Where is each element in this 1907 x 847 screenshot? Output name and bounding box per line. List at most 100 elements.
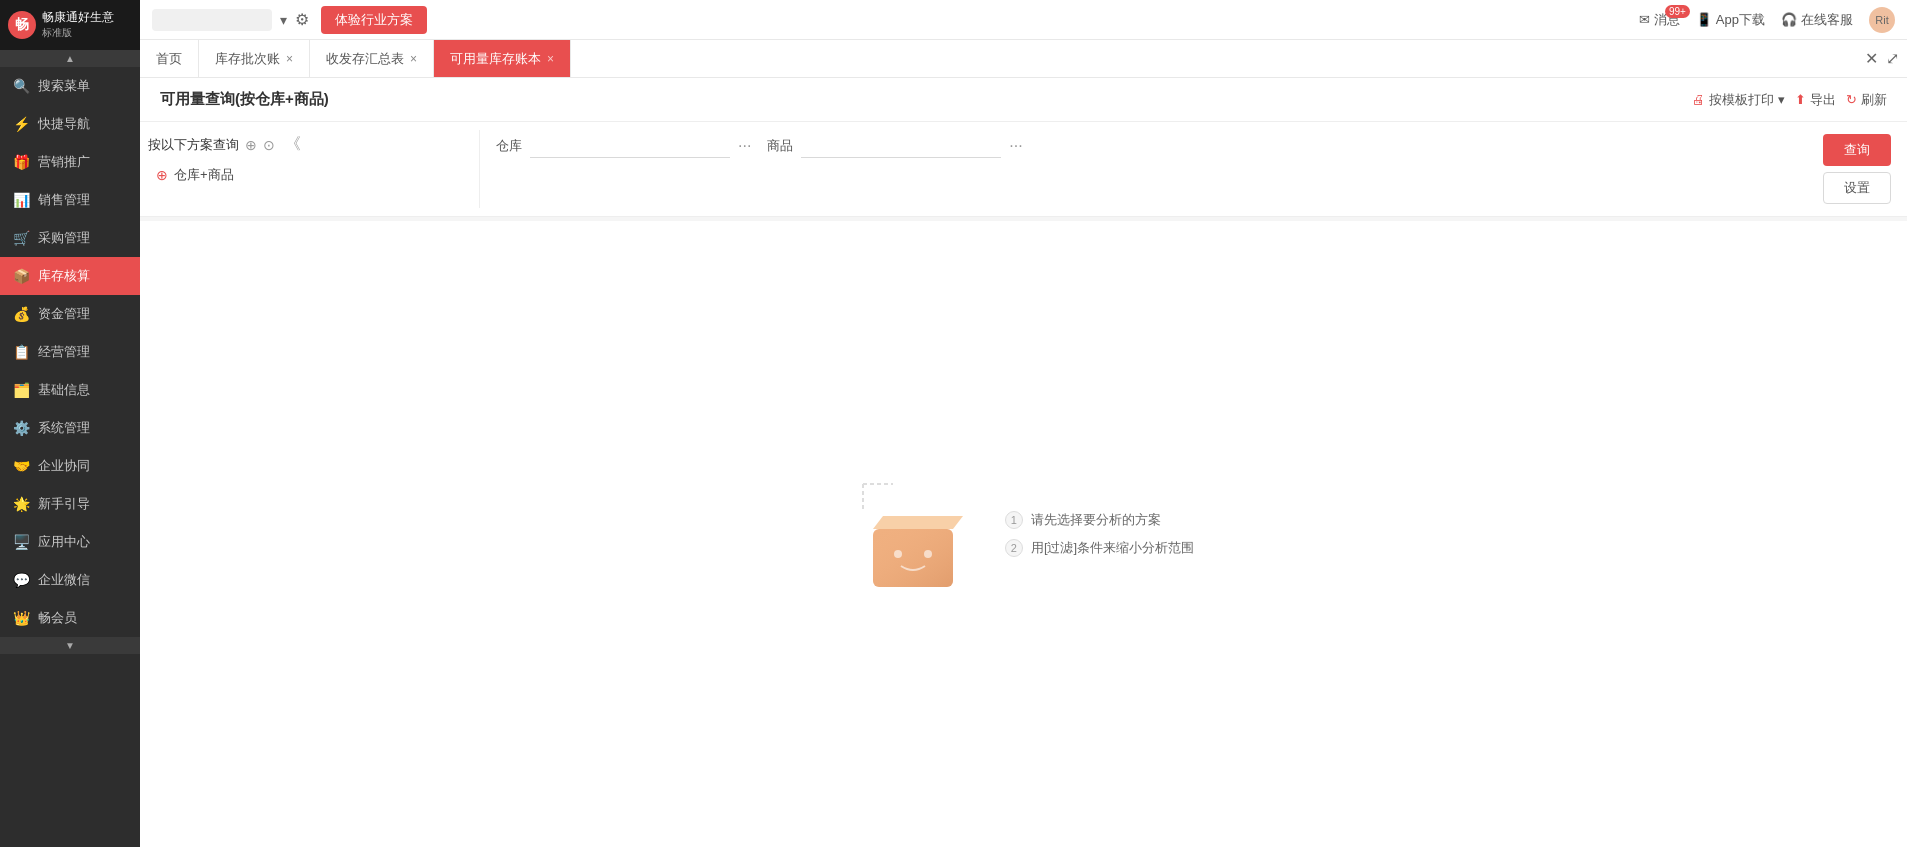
tab-available-label: 可用量库存账本 bbox=[450, 50, 541, 68]
sidebar-item-search[interactable]: 🔍 搜索菜单 bbox=[0, 67, 140, 105]
online-service-btn[interactable]: 🎧 在线客服 bbox=[1781, 11, 1853, 29]
tab-available-stock[interactable]: 可用量库存账本 × bbox=[434, 40, 571, 77]
sidebar-item-label: 基础信息 bbox=[38, 381, 90, 399]
product-filter-input[interactable] bbox=[801, 134, 1001, 158]
user-name: Rit bbox=[1875, 14, 1888, 26]
tabbar-actions: ✕ ⤢ bbox=[1857, 40, 1907, 77]
topbar-dropdown-btn[interactable]: ▾ bbox=[280, 12, 287, 28]
content-area: 可用量查询(按仓库+商品) 🖨 按模板打印 ▾ ⬆ 导出 ↻ 刷新 bbox=[140, 78, 1907, 847]
sidebar-item-label: 采购管理 bbox=[38, 229, 90, 247]
sidebar-item-label: 系统管理 bbox=[38, 419, 90, 437]
marketing-icon: 🎁 bbox=[12, 153, 30, 171]
settings-icon[interactable]: ⚙ bbox=[295, 10, 309, 29]
sidebar-item-basic[interactable]: 🗂️ 基础信息 bbox=[0, 371, 140, 409]
topbar-search-input[interactable] bbox=[152, 9, 272, 31]
filter-row-warehouse: 仓库 ··· 商品 ··· bbox=[496, 134, 1791, 158]
edit-scheme-btn[interactable]: ⊙ bbox=[263, 137, 275, 153]
empty-tip-1: 1 请先选择要分析的方案 bbox=[1005, 511, 1194, 529]
product-filter-more-btn[interactable]: ··· bbox=[1009, 137, 1022, 155]
service-icon: 🎧 bbox=[1781, 12, 1797, 27]
svg-point-5 bbox=[894, 550, 902, 558]
warehouse-filter-input[interactable] bbox=[530, 134, 730, 158]
tab-available-close[interactable]: × bbox=[547, 52, 554, 66]
sidebar-item-label: 营销推广 bbox=[38, 153, 90, 171]
scheme-item-label: 仓库+商品 bbox=[174, 166, 234, 184]
sidebar-item-label: 企业微信 bbox=[38, 571, 90, 589]
sidebar-item-enterprise[interactable]: 🤝 企业协同 bbox=[0, 447, 140, 485]
close-all-tabs-btn[interactable]: ✕ bbox=[1865, 49, 1878, 68]
finance-icon: 💰 bbox=[12, 305, 30, 323]
query-button[interactable]: 查询 bbox=[1823, 134, 1891, 166]
wechat-icon: 💬 bbox=[12, 571, 30, 589]
empty-tips: 1 请先选择要分析的方案 2 用[过滤]条件来缩小分析范围 bbox=[1005, 511, 1194, 557]
trial-industry-button[interactable]: 体验行业方案 bbox=[321, 6, 427, 34]
message-icon: ✉ bbox=[1639, 12, 1650, 27]
tab-batch-label: 库存批次账 bbox=[215, 50, 280, 68]
sidebar-item-label: 销售管理 bbox=[38, 191, 90, 209]
query-scheme-column: 按以下方案查询 ⊕ ⊙ 《 ⊕ 仓库+商品 bbox=[140, 130, 480, 208]
page-header: 可用量查询(按仓库+商品) 🖨 按模板打印 ▾ ⬆ 导出 ↻ 刷新 bbox=[140, 78, 1907, 122]
tab-home-label: 首页 bbox=[156, 50, 182, 68]
app-download-icon: 📱 bbox=[1696, 12, 1712, 27]
search-icon: 🔍 bbox=[12, 77, 30, 95]
tab-batch-close[interactable]: × bbox=[286, 52, 293, 66]
sidebar: 畅 畅康通好生意 标准版 ▲ 🔍 搜索菜单 ⚡ 快捷导航 🎁 营销推广 📊 销售… bbox=[0, 0, 140, 847]
sidebar-item-label: 搜索菜单 bbox=[38, 77, 90, 95]
query-settings-button[interactable]: 设置 bbox=[1823, 172, 1891, 204]
message-btn[interactable]: ✉ 消息 99+ bbox=[1639, 11, 1680, 29]
app-center-icon: 🖥️ bbox=[12, 533, 30, 551]
sidebar-item-member[interactable]: 👑 畅会员 bbox=[0, 599, 140, 637]
warehouse-filter-more-btn[interactable]: ··· bbox=[738, 137, 751, 155]
sidebar-item-shortcut[interactable]: ⚡ 快捷导航 bbox=[0, 105, 140, 143]
add-scheme-btn[interactable]: ⊕ bbox=[245, 137, 257, 153]
export-btn[interactable]: ⬆ 导出 bbox=[1795, 91, 1836, 109]
sidebar-item-app[interactable]: 🖥️ 应用中心 bbox=[0, 523, 140, 561]
sidebar-item-label: 库存核算 bbox=[38, 267, 90, 285]
tab-summary-close[interactable]: × bbox=[410, 52, 417, 66]
sidebar-scroll-up[interactable]: ▲ bbox=[0, 50, 140, 67]
collapse-scheme-btn[interactable]: 《 bbox=[285, 134, 301, 155]
tab-summary-label: 收发存汇总表 bbox=[326, 50, 404, 68]
online-service-label: 在线客服 bbox=[1801, 11, 1853, 29]
sidebar-item-label: 资金管理 bbox=[38, 305, 90, 323]
sidebar-item-wechat[interactable]: 💬 企业微信 bbox=[0, 561, 140, 599]
query-filters-column: 仓库 ··· 商品 ··· bbox=[480, 130, 1807, 208]
page-title: 可用量查询(按仓库+商品) bbox=[160, 90, 329, 109]
sidebar-scroll-down[interactable]: ▼ bbox=[0, 637, 140, 654]
newbie-icon: 🌟 bbox=[12, 495, 30, 513]
filter-product: 商品 ··· bbox=[767, 134, 1022, 158]
sidebar-item-marketing[interactable]: 🎁 营销推广 bbox=[0, 143, 140, 181]
print-template-btn[interactable]: 🖨 按模板打印 ▾ bbox=[1692, 91, 1785, 109]
sidebar-item-inventory[interactable]: 📦 库存核算 bbox=[0, 257, 140, 295]
maximize-btn[interactable]: ⤢ bbox=[1886, 49, 1899, 68]
empty-illustration bbox=[853, 474, 973, 594]
basic-icon: 🗂️ bbox=[12, 381, 30, 399]
message-badge: 99+ bbox=[1665, 5, 1690, 18]
sidebar-item-finance[interactable]: 💰 资金管理 bbox=[0, 295, 140, 333]
tip-text-2: 用[过滤]条件来缩小分析范围 bbox=[1031, 539, 1194, 557]
query-scheme-header: 按以下方案查询 ⊕ ⊙ 《 bbox=[148, 134, 471, 155]
sidebar-item-operation[interactable]: 📋 经营管理 bbox=[0, 333, 140, 371]
sidebar-item-newbie[interactable]: 🌟 新手引导 bbox=[0, 485, 140, 523]
app-version: 标准版 bbox=[42, 26, 114, 40]
app-download-btn[interactable]: 📱 App下载 bbox=[1696, 11, 1765, 29]
sidebar-item-label: 企业协同 bbox=[38, 457, 90, 475]
tab-inventory-summary[interactable]: 收发存汇总表 × bbox=[310, 40, 434, 77]
logo-icon: 畅 bbox=[8, 11, 36, 39]
sidebar-item-purchase[interactable]: 🛒 采购管理 bbox=[0, 219, 140, 257]
user-avatar[interactable]: Rit bbox=[1869, 7, 1895, 33]
purchase-icon: 🛒 bbox=[12, 229, 30, 247]
sidebar-header: 畅 畅康通好生意 标准版 bbox=[0, 0, 140, 50]
refresh-btn[interactable]: ↻ 刷新 bbox=[1846, 91, 1887, 109]
tab-batch[interactable]: 库存批次账 × bbox=[199, 40, 310, 77]
scheme-header-label: 按以下方案查询 bbox=[148, 136, 239, 154]
sidebar-item-sales[interactable]: 📊 销售管理 bbox=[0, 181, 140, 219]
print-dropdown-icon: ▾ bbox=[1778, 92, 1785, 107]
refresh-icon: ↻ bbox=[1846, 92, 1857, 107]
sidebar-item-label: 快捷导航 bbox=[38, 115, 90, 133]
scheme-item-warehouse-product[interactable]: ⊕ 仓库+商品 bbox=[148, 161, 471, 189]
empty-state: 1 请先选择要分析的方案 2 用[过滤]条件来缩小分析范围 bbox=[140, 221, 1907, 847]
sidebar-item-system[interactable]: ⚙️ 系统管理 bbox=[0, 409, 140, 447]
tab-home[interactable]: 首页 bbox=[140, 40, 199, 77]
sidebar-item-label: 畅会员 bbox=[38, 609, 77, 627]
